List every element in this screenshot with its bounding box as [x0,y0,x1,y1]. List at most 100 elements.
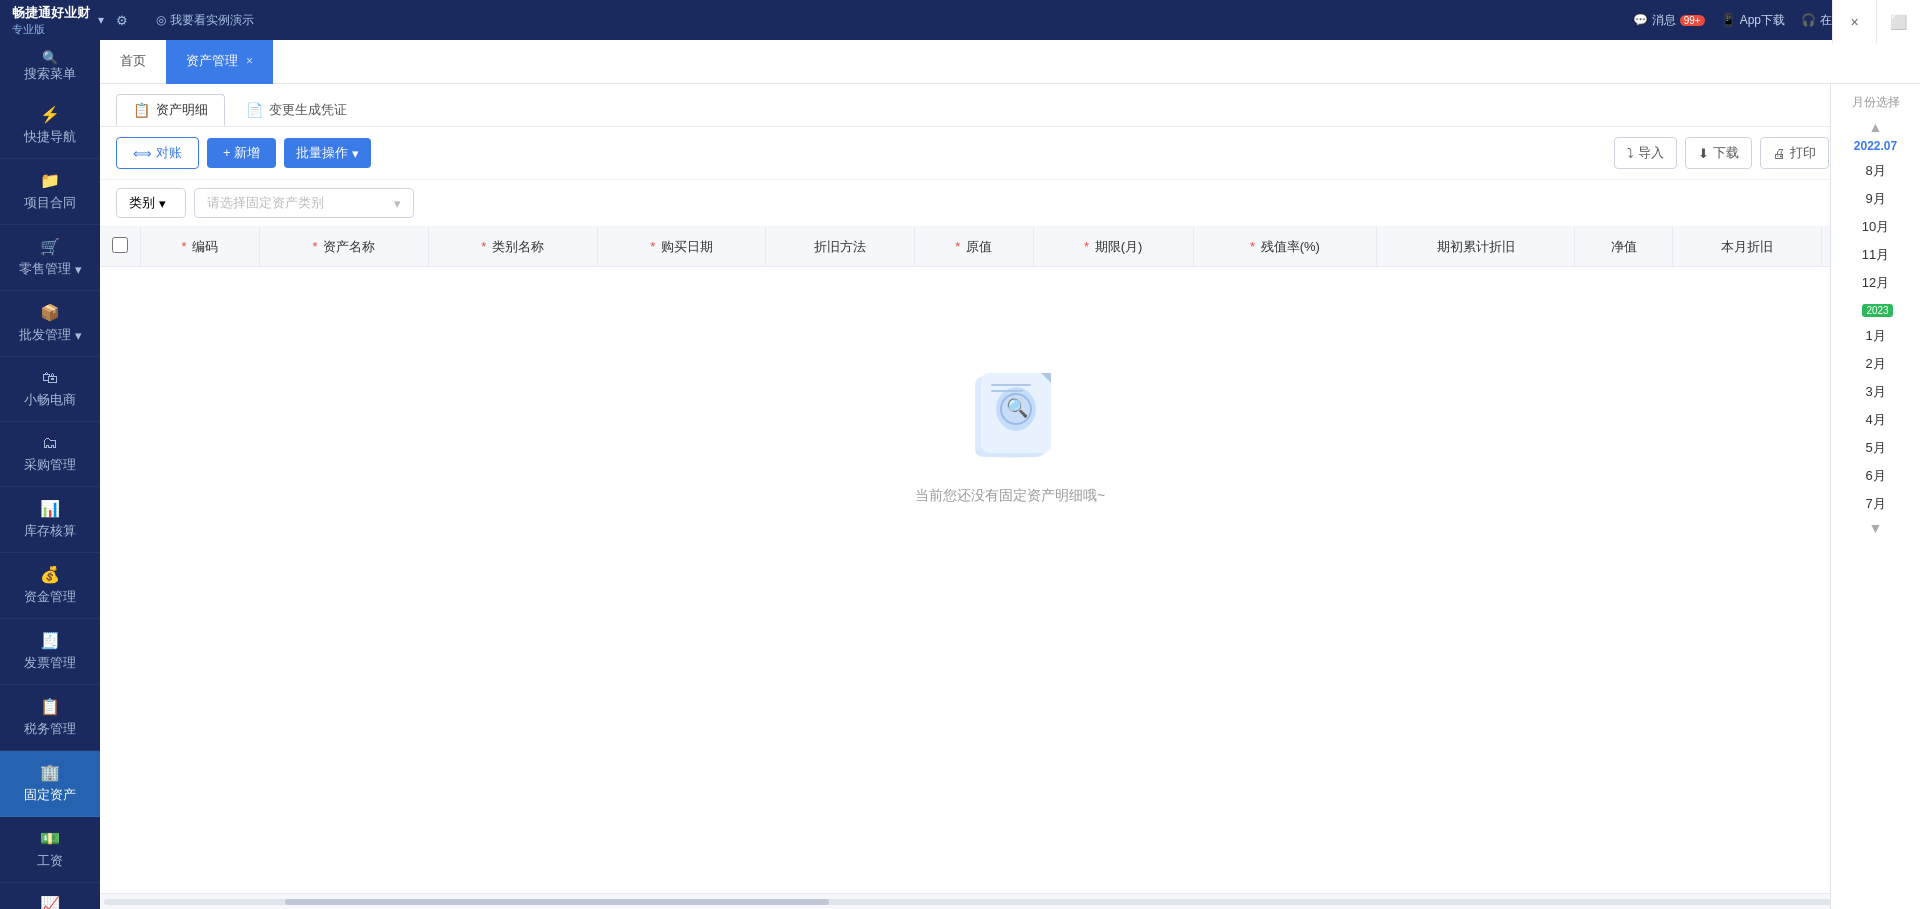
sidebar: 🔍 搜索菜单 ⚡ 快捷导航 📁 项目合同 🛒 零售管理 ▾ 📦 批发管理 ▾ [0,40,100,909]
th-net-value: 净值 [1575,227,1673,267]
month-up-button[interactable]: ▲ [1866,117,1886,137]
sub-tab-asset-detail[interactable]: 📋 资产明细 [116,94,225,126]
scroll-track [104,899,1916,905]
month-picker-year-2023-badge: 2023 [1831,297,1920,322]
batch-ops-button[interactable]: 批量操作 ▾ [284,138,371,168]
tab-home[interactable]: 首页 [100,40,166,84]
table-header-row: * 编码 * 资产名称 * 类别名称 [100,227,1920,267]
content-area: 首页 资产管理 × × ⬜ 📋 资产明细 [100,40,1920,909]
demo-circle-icon: ◎ [156,13,166,27]
th-asset-name: * 资产名称 [259,227,428,267]
reconcile-icon: ⟺ [133,146,152,161]
month-item-12[interactable]: 12月 [1831,269,1920,297]
sidebar-item-tax-mgmt[interactable]: 📋 税务管理 [0,685,100,751]
sidebar-item-batch-mgmt[interactable]: 📦 批发管理 ▾ [0,291,100,357]
funds-icon: 💰 [40,565,60,584]
sidebar-item-mini-ecom[interactable]: 🛍 小畅电商 [0,357,100,422]
sidebar-item-ops-mgmt[interactable]: 📈 经营管理 [0,883,100,909]
headset-icon: 🎧 [1801,13,1816,27]
batch-icon: 📦 [40,303,60,322]
sidebar-item-retail-mgmt[interactable]: 🛒 零售管理 ▾ [0,225,100,291]
fixed-assets-icon: 🏢 [40,763,60,782]
window-maximize-button[interactable]: ⬜ [1876,40,1920,44]
th-monthly-depreciation: 本月折旧 [1673,227,1821,267]
filter-bar: 类别 ▾ 请选择固定资产类别 ▾ [100,180,1920,227]
demo-link[interactable]: ◎ 我要看实例演示 [156,12,254,29]
th-period-months: * 期限(月) [1033,227,1194,267]
month-item-1[interactable]: 1月 [1831,322,1920,350]
sub-tab-bar: 📋 资产明细 📄 变更生成凭证 [100,84,1920,127]
month-item-8[interactable]: 8月 [1831,157,1920,185]
retail-icon: 🛒 [40,237,60,256]
th-checkbox [100,227,141,267]
month-picker-year-2022: 2022.07 [1854,137,1897,157]
table-container: * 编码 * 资产名称 * 类别名称 [100,227,1920,893]
inventory-icon: 📊 [40,499,60,518]
month-item-3[interactable]: 3月 [1831,378,1920,406]
month-item-6[interactable]: 6月 [1831,462,1920,490]
select-all-checkbox[interactable] [112,237,128,253]
message-button[interactable]: 💬 消息 99+ [1633,12,1705,29]
sidebar-item-inventory[interactable]: 📊 库存核算 [0,487,100,553]
dropdown-arrow-icon[interactable]: ▾ [98,13,104,27]
month-item-4[interactable]: 4月 [1831,406,1920,434]
window-controls: × ⬜ [1832,40,1920,44]
empty-message: 当前您还没有固定资产明细哦~ [915,487,1105,505]
th-code: * 编码 [141,227,260,267]
print-button[interactable]: 🖨 打印 [1760,137,1829,169]
month-item-9[interactable]: 9月 [1831,185,1920,213]
th-residual-rate: * 残值率(%) [1194,227,1377,267]
th-period-accum-depreciation: 期初累计折旧 [1376,227,1574,267]
assets-table: * 编码 * 资产名称 * 类别名称 [100,227,1920,267]
category-filter-select[interactable]: 类别 ▾ [116,188,186,218]
sidebar-item-quick-nav[interactable]: ⚡ 快捷导航 [0,93,100,159]
empty-illustration: 🔍 [950,347,1070,467]
chevron-down-icon: ▾ [75,262,82,277]
sidebar-item-fixed-assets[interactable]: 🏢 固定资产 [0,751,100,817]
month-item-7[interactable]: 7月 [1831,490,1920,518]
filter-dropdown-icon: ▾ [159,196,166,211]
toolbar: ⟺ 对账 + 新增 批量操作 ▾ ⤵ 导入 ⬇ [100,127,1920,180]
quick-nav-icon: ⚡ [40,105,60,124]
top-bar-left: 畅捷通好业财 专业版 ▾ ⚙ ◎ 我要看实例演示 [12,4,254,37]
category-input[interactable]: 请选择固定资产类别 ▾ [194,188,414,218]
tab-bar: 首页 资产管理 × × ⬜ [100,40,1920,84]
month-item-11[interactable]: 11月 [1831,241,1920,269]
month-picker-title: 月份选择 [1852,90,1900,117]
sidebar-item-payroll[interactable]: 💵 工资 [0,817,100,883]
month-item-5[interactable]: 5月 [1831,434,1920,462]
tab-asset-mgmt[interactable]: 资产管理 × [166,40,273,84]
scroll-thumb [285,899,829,905]
settings-icon[interactable]: ⚙ [116,13,128,28]
app-download-button[interactable]: 📱 App下载 [1721,12,1785,29]
change-voucher-tab-icon: 📄 [246,102,263,118]
download-button[interactable]: ⬇ 下载 [1685,137,1752,169]
bottom-scrollbar[interactable] [100,893,1920,909]
month-item-10[interactable]: 10月 [1831,213,1920,241]
sidebar-item-project-contract[interactable]: 📁 项目合同 [0,159,100,225]
window-close-button[interactable]: × [1832,40,1876,44]
batch-dropdown-icon: ▾ [352,146,359,161]
sidebar-item-purchase-mgmt[interactable]: 🗂 采购管理 [0,422,100,487]
tab-close-icon[interactable]: × [246,54,253,68]
print-icon: 🖨 [1773,146,1786,161]
invoice-icon: 🧾 [40,631,60,650]
tax-icon: 📋 [40,697,60,716]
chevron-down-icon-2: ▾ [75,328,82,343]
import-button[interactable]: ⤵ 导入 [1614,137,1677,169]
sidebar-item-funds-mgmt[interactable]: 💰 资金管理 [0,553,100,619]
empty-state: 🔍 当前您还没有固定资产明细哦~ [100,267,1920,545]
page-content: 📋 资产明细 📄 变更生成凭证 ⟺ 对账 + 新增 [100,84,1920,909]
svg-text:🔍: 🔍 [1006,397,1029,419]
month-item-2[interactable]: 2月 [1831,350,1920,378]
message-icon: 💬 [1633,13,1648,27]
month-down-button[interactable]: ▼ [1866,518,1886,538]
reconcile-button[interactable]: ⟺ 对账 [116,137,199,169]
sidebar-search[interactable]: 🔍 搜索菜单 [0,40,100,93]
asset-detail-tab-icon: 📋 [133,102,150,118]
sidebar-item-invoice-mgmt[interactable]: 🧾 发票管理 [0,619,100,685]
sub-tab-change-voucher[interactable]: 📄 变更生成凭证 [229,94,364,126]
purchase-icon: 🗂 [42,434,58,452]
add-button[interactable]: + 新增 [207,138,276,168]
project-icon: 📁 [40,171,60,190]
